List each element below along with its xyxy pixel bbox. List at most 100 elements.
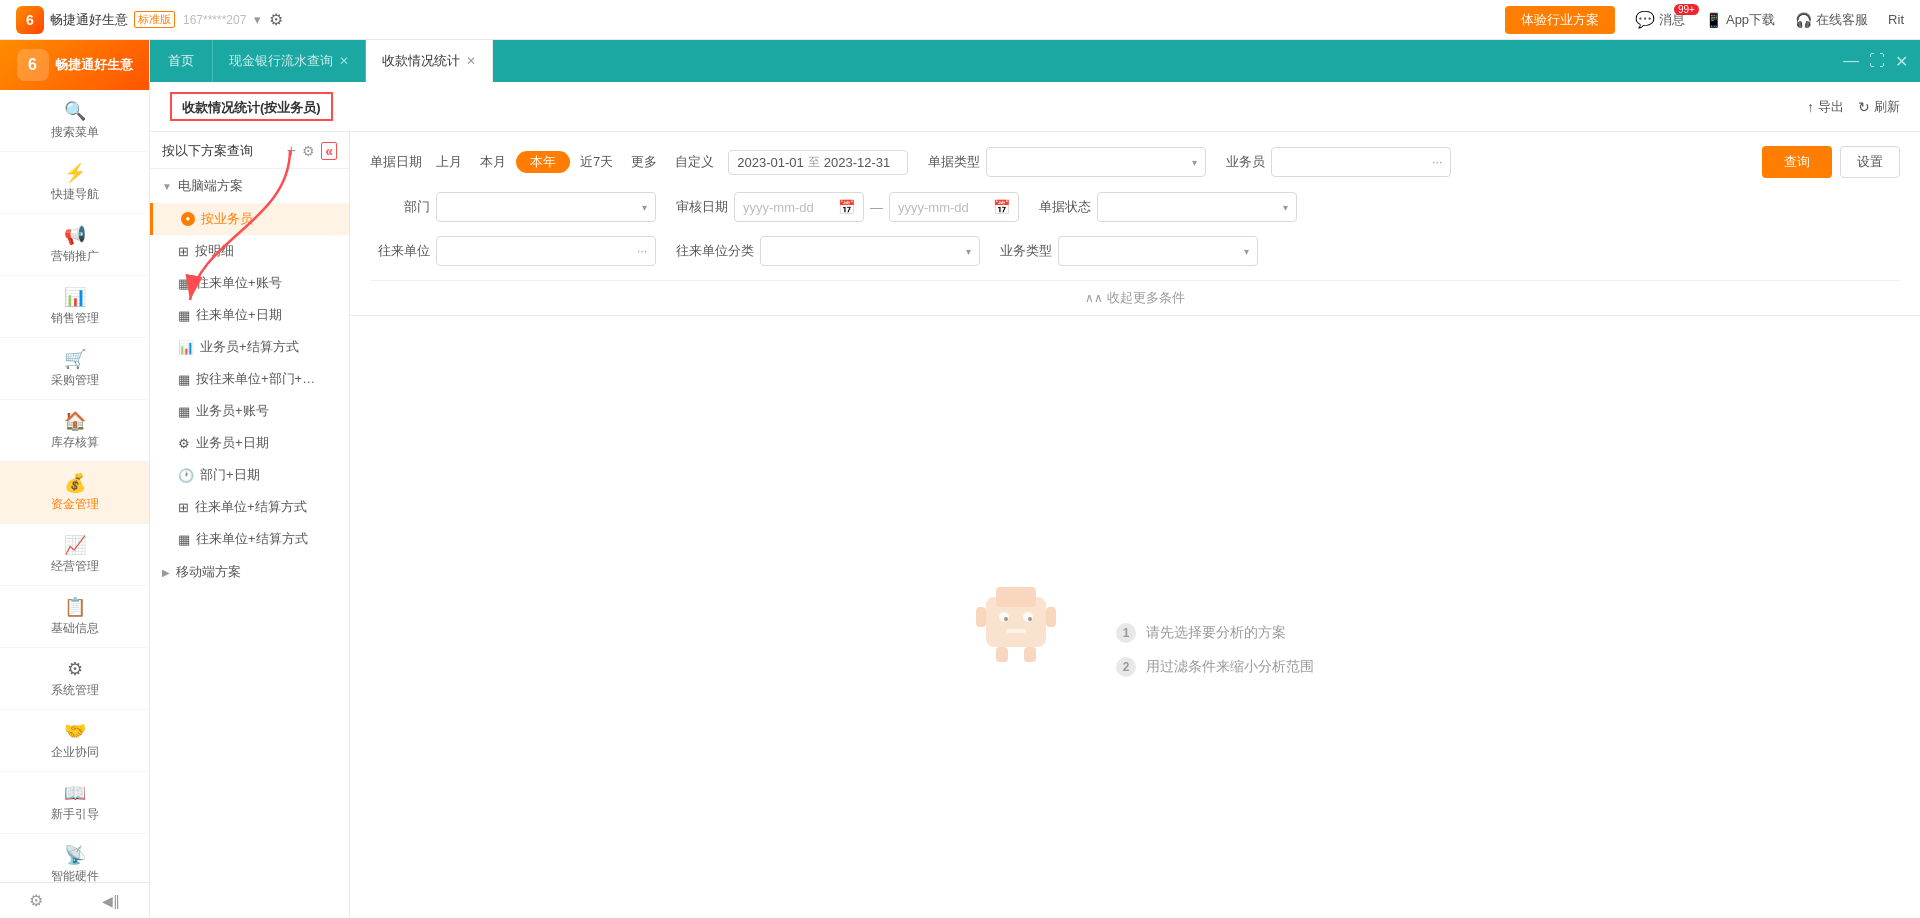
date-label: 单据日期 [370,153,422,171]
salesperson-label: 业务员 [1226,153,1265,171]
scheme-group-desktop-header[interactable]: ▼ 电脑端方案 [150,169,349,203]
scheme-item-salesperson-settlement[interactable]: 📊 业务员+结算方式 [150,331,349,363]
sidebar-item-label: 资金管理 [51,496,99,513]
scheme-item-partner-settlement1[interactable]: ⊞ 往来单位+结算方式 [150,491,349,523]
date-from: 2023-01-01 [737,155,804,170]
placeholder-step1: 请先选择要分析的方案 [1146,624,1286,642]
sidebar-collapse-btn[interactable]: ◀‖ [102,893,120,909]
scheme-item-dept-date[interactable]: 🕐 部门+日期 [150,459,349,491]
shortcut-7days[interactable]: 近7天 [572,151,621,173]
scheme-item-salesperson-account[interactable]: ▦ 业务员+账号 [150,395,349,427]
service-btn[interactable]: 🎧 在线客服 [1795,11,1868,29]
scheme-group-mobile: ▶ 移动端方案 [150,555,349,589]
sidebar-item-finance[interactable]: 💰 资金管理 [0,462,149,524]
tab-close-btn[interactable]: ✕ [1895,52,1908,71]
sidebar-item-label: 快捷导航 [51,186,99,203]
scheme-item-partner-dept[interactable]: ▦ 按往来单位+部门+收... [150,363,349,395]
tab-collection[interactable]: 收款情况统计 ✕ [366,40,493,82]
sidebar-item-guide[interactable]: 📖 新手引导 [0,772,149,834]
status-select[interactable]: ▾ [1097,192,1297,222]
sidebar-settings-btn[interactable]: ⚙ [29,891,43,910]
tab-cashflow-close[interactable]: ✕ [339,54,349,68]
shortcut-more[interactable]: 更多 [623,151,665,173]
sidebar-item-system[interactable]: ⚙ 系统管理 [0,648,149,710]
shortcut-custom[interactable]: 自定义 [667,151,722,173]
trial-button[interactable]: 体验行业方案 [1505,6,1615,34]
partner-input[interactable]: ··· [436,236,656,266]
scheme-item-label: 按往来单位+部门+收... [196,370,326,388]
type-label: 单据类型 [928,153,980,171]
sidebar-item-label: 系统管理 [51,682,99,699]
export-btn[interactable]: ↑ 导出 [1807,98,1844,116]
salesperson-input[interactable]: ··· [1271,147,1451,177]
partner-cat-label: 往来单位分类 [676,242,754,260]
scheme-item-salesperson[interactable]: ● 按业务员 [150,203,349,235]
tab-cashflow[interactable]: 现金银行流水查询 ✕ [213,40,366,82]
scheme-item-partner-account[interactable]: ▦ 往来单位+账号 [150,267,349,299]
partner-label: 往来单位 [370,242,430,260]
collapse-label: 收起更多条件 [1107,289,1185,307]
settings-icon[interactable]: ⚙ [269,10,283,29]
sidebar-item-hardware[interactable]: 📡 智能硬件 [0,834,149,882]
tab-home[interactable]: 首页 [150,40,213,82]
sidebar-item-collab[interactable]: 🤝 企业协同 [0,710,149,772]
scheme-item-partner-date[interactable]: ▦ 往来单位+日期 [150,299,349,331]
filter-collapse-btn[interactable]: ∧∧ 收起更多条件 [370,280,1900,315]
shortcut-thismonth[interactable]: 本月 [472,151,514,173]
partner-more-icon[interactable]: ··· [637,244,647,258]
sidebar-item-label: 销售管理 [51,310,99,327]
audit-from-input[interactable]: yyyy-mm-dd 📅 [734,192,864,222]
scheme-item-detail[interactable]: ⊞ 按明细 [150,235,349,267]
sidebar-item-purchase[interactable]: 🛒 采购管理 [0,338,149,400]
query-button[interactable]: 查询 [1762,146,1832,178]
dropdown-arrow[interactable]: ▾ [254,12,261,27]
refresh-btn[interactable]: ↻ 刷新 [1858,98,1900,116]
scheme-item-label: 部门+日期 [200,466,260,484]
scheme-item-label: 业务员+日期 [196,434,269,452]
tab-maximize-btn[interactable]: ⛶ [1869,52,1885,70]
audit-to-input[interactable]: yyyy-mm-dd 📅 [889,192,1019,222]
setting-button[interactable]: 设置 [1840,146,1900,178]
type-dropdown-arrow: ▾ [1192,157,1197,168]
sidebar-item-inventory[interactable]: 🏠 库存核算 [0,400,149,462]
dept-select[interactable]: ▾ [436,192,656,222]
svg-rect-7 [976,607,986,627]
service-label: 在线客服 [1816,11,1868,29]
sidebar-item-marketing[interactable]: 📢 营销推广 [0,214,149,276]
scheme-item-label: 按业务员 [201,210,253,228]
biztype-label: 业务类型 [1000,242,1052,260]
message-btn[interactable]: 💬 消息 99+ [1635,10,1685,29]
svg-rect-8 [1046,607,1056,627]
sidebar-item-search[interactable]: 🔍 搜索菜单 [0,90,149,152]
sidebar-item-basics[interactable]: 📋 基础信息 [0,586,149,648]
tab-home-label: 首页 [168,52,194,70]
salesperson-more-icon[interactable]: ··· [1432,155,1442,169]
type-select[interactable]: ▾ [986,147,1206,177]
calendar-icon2: 📅 [993,199,1010,215]
shortcut-thisyear[interactable]: 本年 [516,151,570,173]
scheme-item-partner-settlement2[interactable]: ▦ 往来单位+结算方式 [150,523,349,555]
app-download-btn[interactable]: 📱 App下载 [1705,11,1775,29]
tab-minimize-btn[interactable]: — [1843,52,1859,70]
scheme-item-label: 按明细 [195,242,234,260]
audit-label: 审核日期 [676,198,728,216]
sidebar-item-label: 采购管理 [51,372,99,389]
user-name[interactable]: Rit [1888,12,1904,27]
scheme-setting-btn[interactable]: ⚙ [302,143,315,159]
message-badge: 99+ [1674,4,1699,15]
svg-point-2 [999,612,1009,622]
sidebar-item-sales[interactable]: 📊 销售管理 [0,276,149,338]
shortcut-lastmonth[interactable]: 上月 [428,151,470,173]
tab-collection-close[interactable]: ✕ [466,54,476,68]
scheme-item-salesperson-date[interactable]: ⚙ 业务员+日期 [150,427,349,459]
scheme-collapse-btn[interactable]: « [321,142,337,160]
partner-cat-select[interactable]: ▾ [760,236,980,266]
sidebar-item-management[interactable]: 📈 经营管理 [0,524,149,586]
audit-to-placeholder: yyyy-mm-dd [898,200,969,215]
sidebar-item-quicknav[interactable]: ⚡ 快捷导航 [0,152,149,214]
scheme-add-btn[interactable]: + [287,142,296,160]
scheme-group-label: 移动端方案 [176,563,241,581]
tab-collection-label: 收款情况统计 [382,52,460,70]
scheme-group-mobile-header[interactable]: ▶ 移动端方案 [150,555,349,589]
biztype-select[interactable]: ▾ [1058,236,1258,266]
